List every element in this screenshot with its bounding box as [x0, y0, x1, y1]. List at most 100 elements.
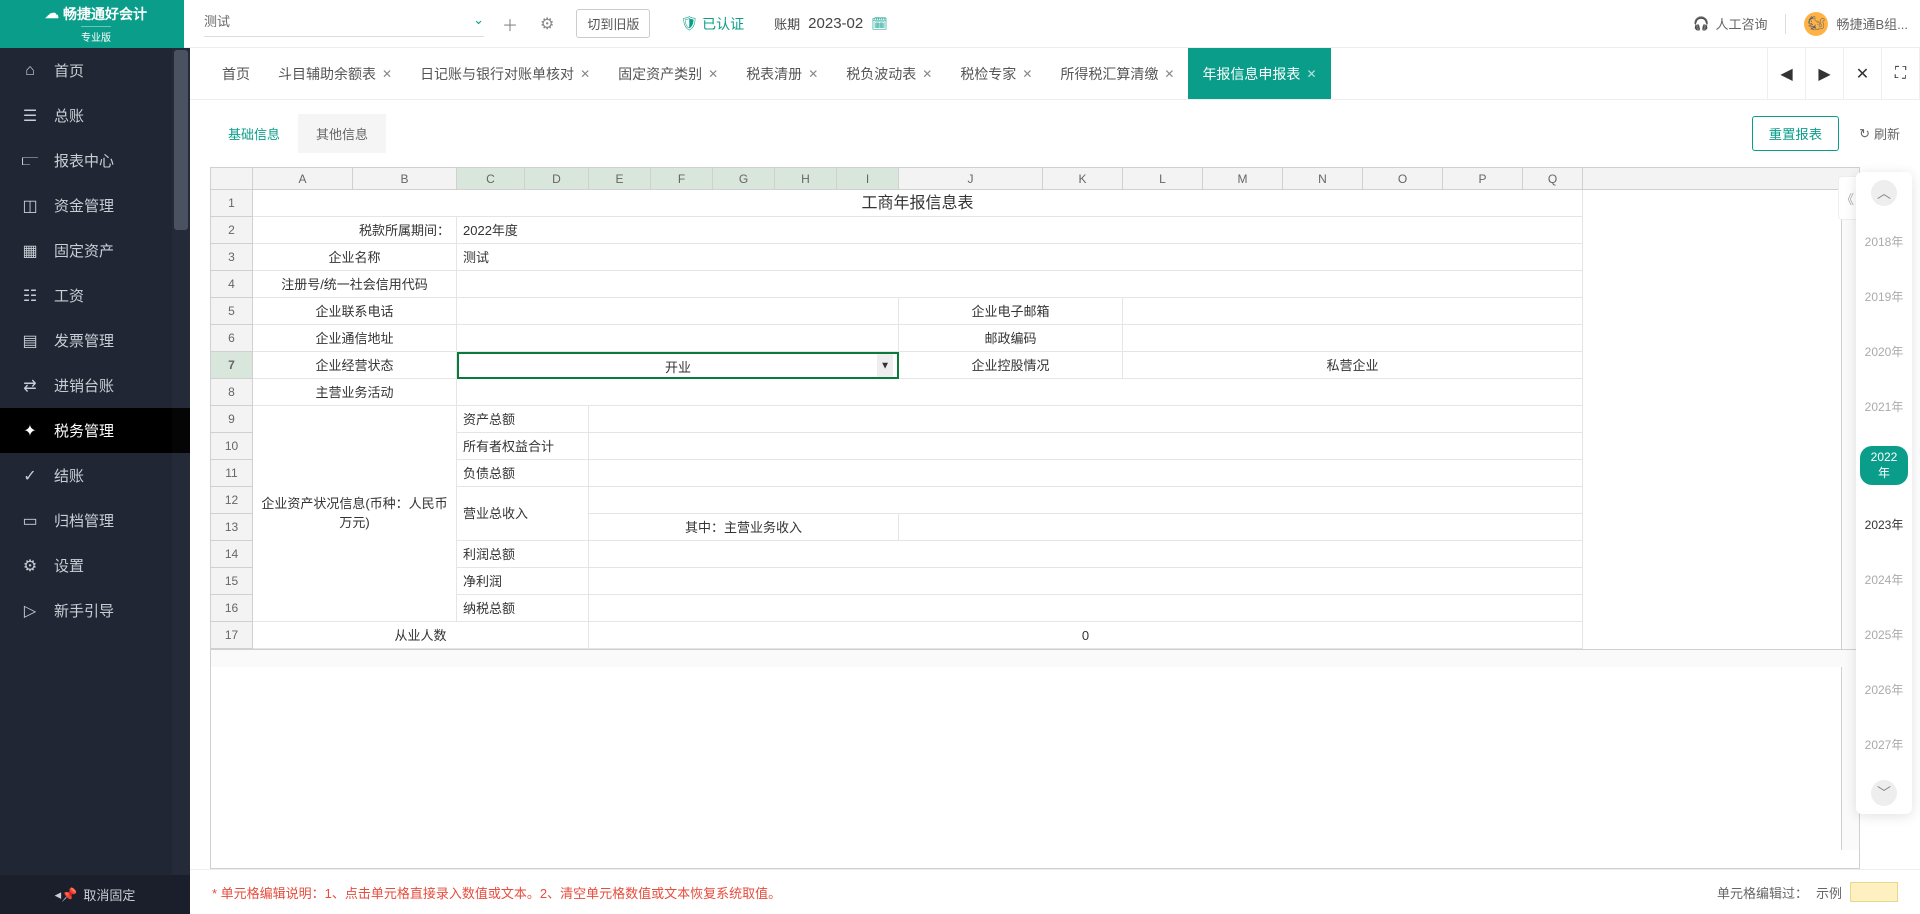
sidebar-item-6[interactable]: ▤发票管理	[0, 318, 190, 363]
year-2025年[interactable]: 2025年	[1856, 619, 1912, 650]
col-header-A[interactable]: A	[253, 168, 353, 189]
year-2019年[interactable]: 2019年	[1856, 281, 1912, 312]
col-header-K[interactable]: K	[1043, 168, 1123, 189]
value-tax[interactable]	[589, 595, 1583, 622]
value-phone[interactable]	[457, 298, 899, 325]
dropdown-icon[interactable]: ▼	[877, 352, 893, 379]
tab-close-icon[interactable]: ✕	[1164, 67, 1174, 81]
sidebar-item-9[interactable]: ✓结账	[0, 453, 190, 498]
company-selector[interactable]: 测试 ⌄	[204, 11, 484, 37]
unpin-button[interactable]: ◂📌 取消固定	[0, 875, 190, 914]
tab-3[interactable]: 固定资产类别✕	[604, 48, 732, 99]
row-header-16[interactable]: 16	[211, 595, 253, 622]
col-header-N[interactable]: N	[1283, 168, 1363, 189]
tab-close-icon[interactable]: ✕	[1306, 67, 1316, 81]
tab-5[interactable]: 税负波动表✕	[832, 48, 946, 99]
year-2018年[interactable]: 2018年	[1856, 226, 1912, 257]
tab-8[interactable]: 年报信息申报表✕	[1188, 48, 1330, 99]
row-header-1[interactable]: 1	[211, 190, 253, 217]
value-equity[interactable]	[589, 433, 1583, 460]
value-address[interactable]	[457, 325, 899, 352]
col-header-H[interactable]: H	[775, 168, 837, 189]
user-menu[interactable]: 🐿 畅捷通B组...	[1804, 12, 1908, 36]
col-header-M[interactable]: M	[1203, 168, 1283, 189]
value-status-dropdown[interactable]: 开业▼	[457, 352, 899, 379]
year-up-button[interactable]: ︿	[1871, 180, 1897, 206]
value-profit[interactable]	[589, 541, 1583, 568]
subtab-1[interactable]: 其他信息	[298, 114, 386, 153]
value-revenue[interactable]	[589, 487, 1583, 514]
gear-icon[interactable]: ⚙	[540, 14, 554, 34]
row-header-2[interactable]: 2	[211, 217, 253, 244]
sidebar-item-10[interactable]: ▭归档管理	[0, 498, 190, 543]
sidebar-item-8[interactable]: ✦税务管理	[0, 408, 190, 453]
tab-2[interactable]: 日记账与银行对账单核对✕	[406, 48, 604, 99]
accounting-period[interactable]: 账期 2023-02 🗓	[774, 14, 888, 33]
year-down-button[interactable]: ﹀	[1871, 780, 1897, 806]
row-header-11[interactable]: 11	[211, 460, 253, 487]
col-header-E[interactable]: E	[589, 168, 651, 189]
select-all-corner[interactable]	[211, 168, 253, 189]
tab-close-icon[interactable]: ✕	[580, 67, 590, 81]
row-header-12[interactable]: 12	[211, 487, 253, 514]
row-header-8[interactable]: 8	[211, 379, 253, 406]
col-header-B[interactable]: B	[353, 168, 457, 189]
value-postcode[interactable]	[1123, 325, 1583, 352]
refresh-button[interactable]: ↻ 刷新	[1859, 124, 1900, 143]
row-header-5[interactable]: 5	[211, 298, 253, 325]
row-header-10[interactable]: 10	[211, 433, 253, 460]
value-liab[interactable]	[589, 460, 1583, 487]
value-holding[interactable]: 私营企业	[1123, 352, 1583, 379]
value-employees[interactable]: 0	[589, 622, 1583, 649]
row-header-7[interactable]: 7	[211, 352, 253, 379]
value-assets[interactable]	[589, 406, 1583, 433]
sidebar-item-11[interactable]: ⚙设置	[0, 543, 190, 588]
sidebar-item-4[interactable]: ▦固定资产	[0, 228, 190, 273]
value-company[interactable]: 测试	[457, 244, 1583, 271]
support-button[interactable]: 🎧 人工咨询	[1693, 14, 1767, 33]
subtab-0[interactable]: 基础信息	[210, 114, 298, 153]
row-header-14[interactable]: 14	[211, 541, 253, 568]
col-header-Q[interactable]: Q	[1523, 168, 1583, 189]
col-header-I[interactable]: I	[837, 168, 899, 189]
row-header-17[interactable]: 17	[211, 622, 253, 649]
tab-7[interactable]: 所得税汇算清缴✕	[1046, 48, 1188, 99]
year-panel-collapse[interactable]: 《	[1838, 176, 1856, 220]
tab-1[interactable]: 斗目辅助余额表✕	[264, 48, 406, 99]
col-header-J[interactable]: J	[899, 168, 1043, 189]
year-2026年[interactable]: 2026年	[1856, 674, 1912, 705]
sidebar-scrollbar[interactable]	[172, 48, 190, 914]
row-header-15[interactable]: 15	[211, 568, 253, 595]
tab-prev-button[interactable]: ◀	[1768, 48, 1806, 99]
col-header-C[interactable]: C	[457, 168, 525, 189]
tab-close-icon[interactable]: ✕	[382, 67, 392, 81]
row-header-4[interactable]: 4	[211, 271, 253, 298]
value-regno[interactable]	[457, 271, 1583, 298]
sidebar-item-12[interactable]: ▷新手引导	[0, 588, 190, 633]
tab-4[interactable]: 税表清册✕	[732, 48, 832, 99]
col-header-F[interactable]: F	[651, 168, 713, 189]
sidebar-item-2[interactable]: ⫍报表中心	[0, 138, 190, 183]
tab-close-icon[interactable]: ✕	[808, 67, 818, 81]
tab-6[interactable]: 税检专家✕	[946, 48, 1046, 99]
row-header-3[interactable]: 3	[211, 244, 253, 271]
tab-0[interactable]: 首页	[208, 48, 264, 99]
sheet-hscroll[interactable]	[211, 649, 1859, 667]
year-2024年[interactable]: 2024年	[1856, 564, 1912, 595]
col-header-D[interactable]: D	[525, 168, 589, 189]
year-2027年[interactable]: 2027年	[1856, 729, 1912, 760]
row-header-9[interactable]: 9	[211, 406, 253, 433]
year-2021年[interactable]: 2021年	[1856, 391, 1912, 422]
fullscreen-button[interactable]: ⛶	[1882, 48, 1920, 99]
tab-next-button[interactable]: ▶	[1806, 48, 1844, 99]
sidebar-item-0[interactable]: ⌂首页	[0, 48, 190, 93]
year-2020年[interactable]: 2020年	[1856, 336, 1912, 367]
year-2023年[interactable]: 2023年	[1856, 509, 1912, 540]
col-header-L[interactable]: L	[1123, 168, 1203, 189]
col-header-G[interactable]: G	[713, 168, 775, 189]
value-email[interactable]	[1123, 298, 1583, 325]
value-netprofit[interactable]	[589, 568, 1583, 595]
sidebar-item-5[interactable]: ☷工资	[0, 273, 190, 318]
plus-icon[interactable]: ＋	[502, 12, 518, 36]
value-mainbiz[interactable]	[457, 379, 1583, 406]
